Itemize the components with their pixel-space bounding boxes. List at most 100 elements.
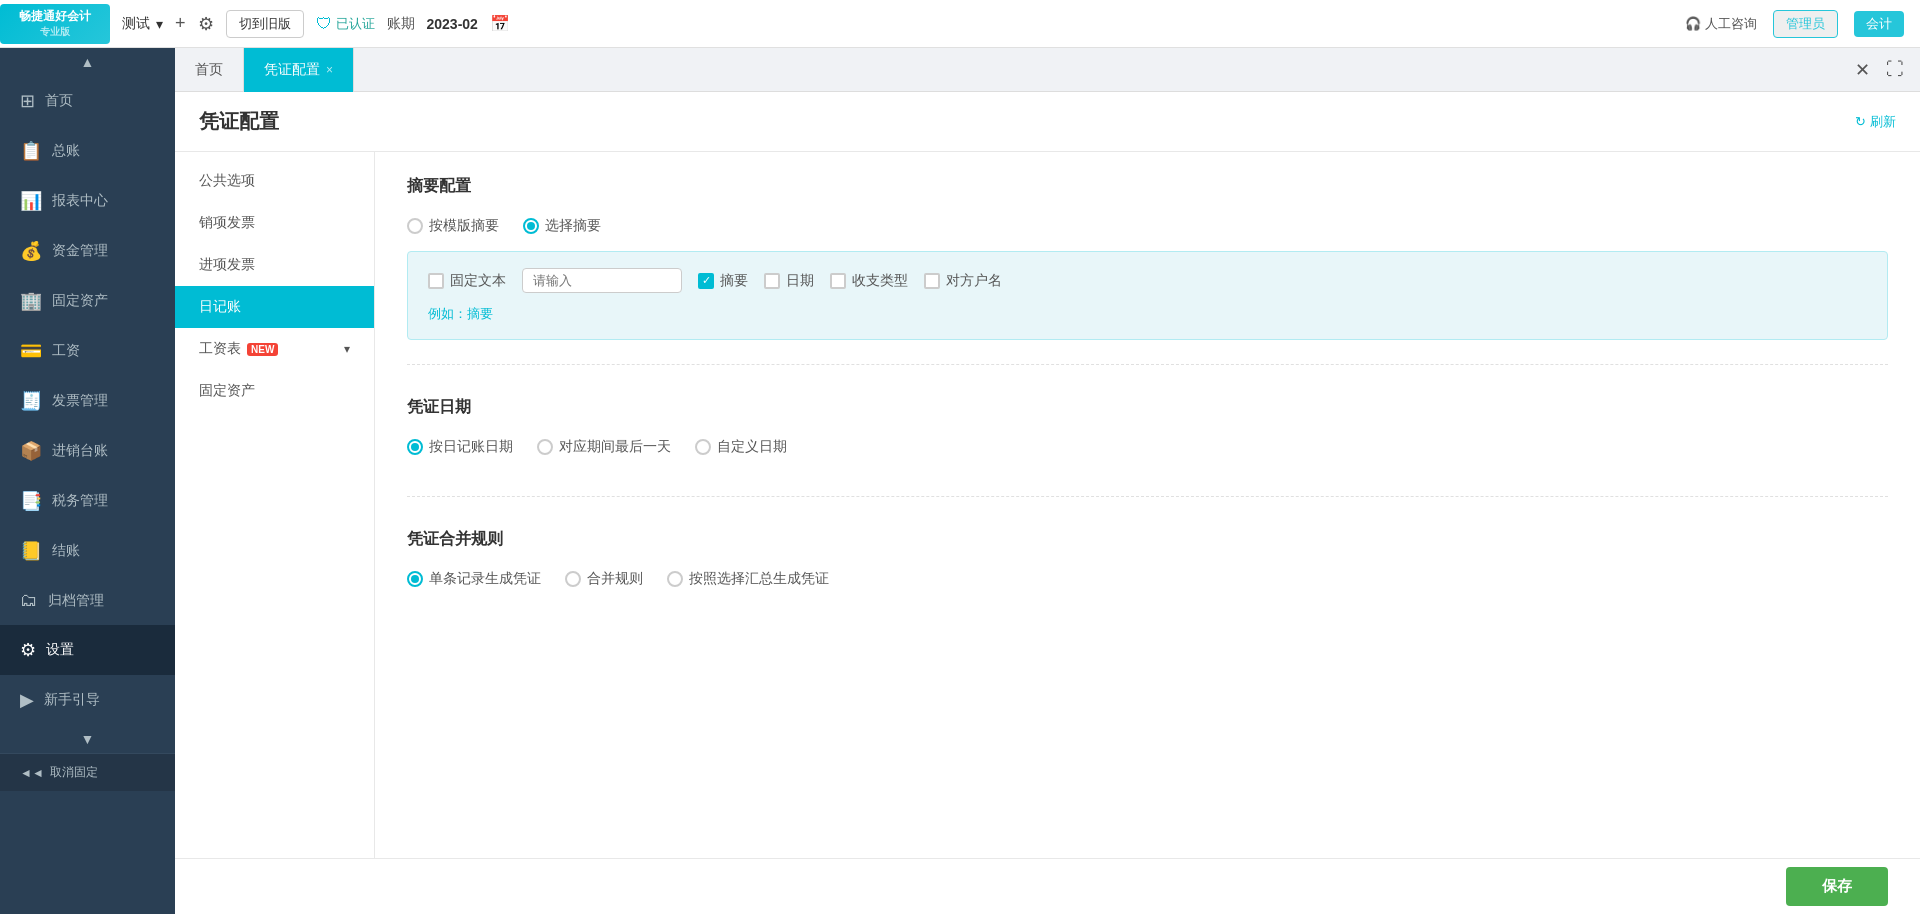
radio-journal-date[interactable]: 按日记账日期	[407, 438, 513, 456]
radio-last-day[interactable]: 对应期间最后一天	[537, 438, 671, 456]
checkbox-date[interactable]: 日期	[764, 272, 814, 290]
right-content: 摘要配置 按模版摘要 选择摘要	[375, 152, 1920, 858]
cancel-pin-button[interactable]: ◄◄ 取消固定	[0, 753, 175, 791]
date-checkbox	[764, 273, 780, 289]
fund-icon: 💰	[20, 240, 42, 262]
radio-custom-date[interactable]: 自定义日期	[695, 438, 787, 456]
sidebar-scroll-down[interactable]: ▼	[0, 725, 175, 753]
section-voucher-date: 凭证日期 按日记账日期 对应期间最后一天	[407, 397, 1888, 497]
nav-arrow-icon: ▾	[344, 342, 350, 356]
radio-merge-rule[interactable]: 合并规则	[565, 570, 643, 588]
radio-select-summary[interactable]: 选择摘要	[523, 217, 601, 235]
radio-summary-generate[interactable]: 按照选择汇总生成凭证	[667, 570, 829, 588]
section-voucher-merge: 凭证合并规则 单条记录生成凭证 合并规则	[407, 529, 1888, 628]
checkbox-income-type[interactable]: 收支类型	[830, 272, 908, 290]
journal-date-circle	[407, 439, 423, 455]
tab-close-icon[interactable]: ×	[326, 63, 333, 77]
sidebar-item-tutorial[interactable]: ▶ 新手引导	[0, 675, 175, 725]
fixed-text-checkbox	[428, 273, 444, 289]
topbar-actions: + ⚙ 切到旧版 🛡 已认证 账期 2023-02 📅	[175, 10, 510, 38]
refresh-icon: ↻	[1855, 114, 1866, 129]
accountant-button[interactable]: 会计	[1854, 11, 1904, 37]
period-value: 2023-02	[427, 16, 478, 32]
refresh-button[interactable]: ↻ 刷新	[1855, 113, 1896, 131]
tab-bar-right: ✕ ⛶	[1851, 55, 1920, 85]
section-summary-config: 摘要配置 按模版摘要 选择摘要	[407, 176, 1888, 365]
tab-home[interactable]: 首页	[175, 48, 244, 92]
save-button[interactable]: 保存	[1786, 867, 1888, 906]
app-logo: 畅捷通好会计 专业版	[0, 4, 110, 44]
sidebar-item-settings[interactable]: ⚙ 设置	[0, 625, 175, 675]
income-type-checkbox	[830, 273, 846, 289]
settings-icon[interactable]: ⚙	[198, 13, 214, 35]
summary-config-box: 固定文本 ✓ 摘要 日期	[407, 251, 1888, 340]
invoice-icon: 🧾	[20, 390, 42, 412]
sidebar-item-purchase-sales[interactable]: 📦 进销台账	[0, 426, 175, 476]
radio-template-circle	[407, 218, 423, 234]
period-label: 账期	[387, 15, 415, 33]
summary-radio-group: 按模版摘要 选择摘要	[407, 217, 1888, 235]
add-icon[interactable]: +	[175, 13, 186, 34]
assets-icon: 🏢	[20, 290, 42, 312]
single-record-circle	[407, 571, 423, 587]
closing-icon: 📒	[20, 540, 42, 562]
radio-select-circle	[523, 218, 539, 234]
left-nav-journal[interactable]: 日记账	[175, 286, 374, 328]
tax-icon: 📑	[20, 490, 42, 512]
voucher-merge-title: 凭证合并规则	[407, 529, 1888, 550]
tab-fullscreen-button[interactable]: ⛶	[1882, 55, 1908, 84]
custom-date-circle	[695, 439, 711, 455]
consult-link[interactable]: 🎧 人工咨询	[1685, 15, 1757, 33]
left-nav-sales-invoice[interactable]: 销项发票	[175, 202, 374, 244]
sidebar-item-fund[interactable]: 💰 资金管理	[0, 226, 175, 276]
calendar-icon[interactable]: 📅	[490, 14, 510, 33]
purchase-icon: 📦	[20, 440, 42, 462]
left-nav-payroll[interactable]: 工资表 NEW ▾	[175, 328, 374, 370]
page-title: 凭证配置	[199, 108, 279, 135]
topbar: 畅捷通好会计 专业版 测试 ▾ + ⚙ 切到旧版 🛡 已认证 账期 2023-0…	[0, 0, 1920, 48]
radio-template-summary[interactable]: 按模版摘要	[407, 217, 499, 235]
switch-version-button[interactable]: 切到旧版	[226, 10, 304, 38]
tutorial-icon: ▶	[20, 689, 34, 711]
sidebar-scroll-up[interactable]: ▲	[0, 48, 175, 76]
new-badge: NEW	[247, 343, 278, 356]
summary-checkbox: ✓	[698, 273, 714, 289]
sidebar-item-salary[interactable]: 💳 工资	[0, 326, 175, 376]
ledger-icon: 📋	[20, 140, 42, 162]
counterpart-checkbox	[924, 273, 940, 289]
shield-icon: 🛡	[316, 15, 332, 33]
salary-icon: 💳	[20, 340, 42, 362]
sidebar-item-archive[interactable]: 🗂 归档管理	[0, 576, 175, 625]
sidebar-item-closing[interactable]: 📒 结账	[0, 526, 175, 576]
sidebar-item-ledger[interactable]: 📋 总账	[0, 126, 175, 176]
left-nav-fixed-assets[interactable]: 固定资产	[175, 370, 374, 412]
voucher-merge-radio-group: 单条记录生成凭证 合并规则 按照选择汇总生成凭证	[407, 570, 1888, 588]
project-name: 测试	[122, 15, 150, 33]
checkbox-fixed-text[interactable]: 固定文本	[428, 272, 506, 290]
save-footer: 保存	[175, 858, 1920, 914]
tab-close-button[interactable]: ✕	[1851, 55, 1874, 85]
checkbox-counterpart[interactable]: 对方户名	[924, 272, 1002, 290]
voucher-date-title: 凭证日期	[407, 397, 1888, 418]
example-line: 例如：摘要	[428, 305, 1867, 323]
left-nav-purchase-invoice[interactable]: 进项发票	[175, 244, 374, 286]
chevron-down-icon: ▾	[156, 16, 163, 32]
sidebar: ▲ ⊞ 首页 📋 总账 📊 报表中心 💰 资金管理 🏢 固定资产 💳 工资 🧾 …	[0, 48, 175, 914]
home-icon: ⊞	[20, 90, 35, 112]
sidebar-item-home[interactable]: ⊞ 首页	[0, 76, 175, 126]
summary-generate-circle	[667, 571, 683, 587]
topbar-right: 🎧 人工咨询 管理员 会计	[1685, 10, 1904, 38]
radio-single-record[interactable]: 单条记录生成凭证	[407, 570, 541, 588]
manager-button[interactable]: 管理员	[1773, 10, 1838, 38]
left-nav-public[interactable]: 公共选项	[175, 160, 374, 202]
tab-voucher-config[interactable]: 凭证配置 ×	[244, 48, 354, 92]
checkbox-summary[interactable]: ✓ 摘要	[698, 272, 748, 290]
sidebar-item-assets[interactable]: 🏢 固定资产	[0, 276, 175, 326]
sidebar-item-invoice[interactable]: 🧾 发票管理	[0, 376, 175, 426]
sidebar-item-reports[interactable]: 📊 报表中心	[0, 176, 175, 226]
project-selector[interactable]: 测试 ▾	[122, 15, 163, 33]
sidebar-item-tax[interactable]: 📑 税务管理	[0, 476, 175, 526]
fixed-text-input[interactable]	[522, 268, 682, 293]
page-content: 凭证配置 ↻ 刷新 公共选项 销项发票 进项发票	[175, 92, 1920, 914]
certified-badge: 🛡 已认证	[316, 15, 375, 33]
